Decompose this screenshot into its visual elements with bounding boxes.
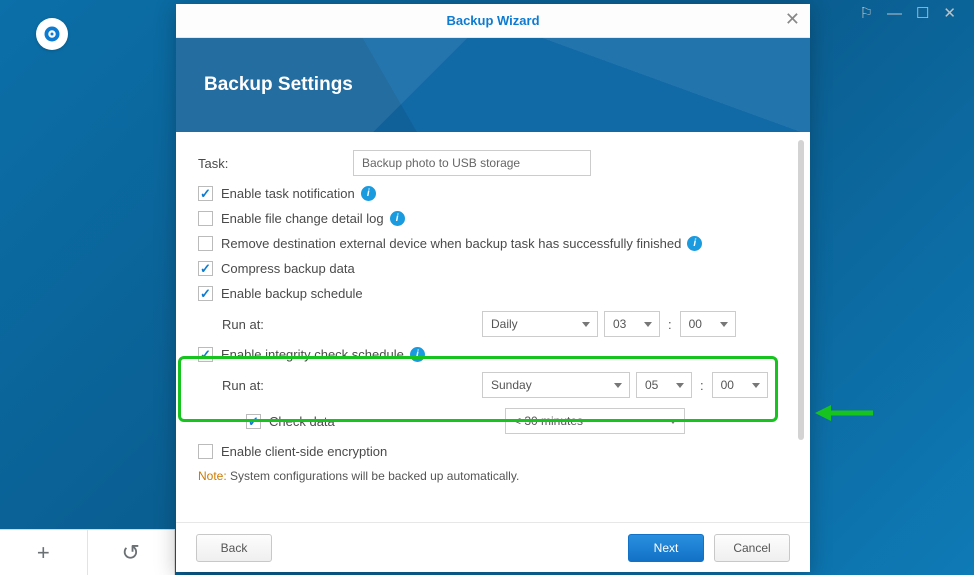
dialog-body: Task: Enable task notification i Enable …: [176, 132, 810, 522]
task-row: Task:: [198, 150, 788, 176]
enable-notification-label: Enable task notification: [221, 186, 355, 201]
task-label: Task:: [198, 156, 353, 171]
client-encrypt-row[interactable]: Enable client-side encryption: [198, 444, 788, 459]
remove-device-checkbox[interactable]: [198, 236, 213, 251]
file-change-log-row[interactable]: Enable file change detail log i: [198, 211, 788, 226]
check-data-duration-select[interactable]: < 30 minutes: [505, 408, 685, 434]
schedule-min-select[interactable]: 00: [680, 311, 736, 337]
info-icon[interactable]: i: [410, 347, 425, 362]
task-name-input[interactable]: [353, 150, 591, 176]
history-button[interactable]: ↺: [88, 530, 176, 575]
check-data-label: Check data: [269, 414, 505, 429]
enable-notification-row[interactable]: Enable task notification i: [198, 186, 788, 201]
file-change-log-checkbox[interactable]: [198, 211, 213, 226]
app-shortcut-icon[interactable]: [36, 18, 68, 50]
remove-device-row[interactable]: Remove destination external device when …: [198, 236, 788, 251]
cancel-button[interactable]: Cancel: [714, 534, 790, 562]
outer-close-icon[interactable]: ✕: [943, 6, 956, 21]
history-icon: ↺: [122, 540, 140, 566]
note-prefix: Note:: [198, 469, 227, 483]
banner-title: Backup Settings: [204, 74, 353, 96]
note-line: Note: System configurations will be back…: [198, 469, 788, 483]
compress-checkbox[interactable]: [198, 261, 213, 276]
schedule-runat-row: Run at: Daily 03 : 00: [198, 311, 788, 337]
enable-schedule-checkbox[interactable]: [198, 286, 213, 301]
next-button[interactable]: Next: [628, 534, 704, 562]
dialog-title: Backup Wizard: [446, 13, 539, 28]
add-button[interactable]: +: [0, 530, 88, 575]
time-colon: :: [666, 317, 674, 332]
pin-icon[interactable]: ⚐: [860, 6, 873, 21]
integrity-hour-select[interactable]: 05: [636, 372, 692, 398]
integrity-day-select[interactable]: Sunday: [482, 372, 630, 398]
enable-schedule-label: Enable backup schedule: [221, 286, 363, 301]
client-encrypt-label: Enable client-side encryption: [221, 444, 387, 459]
info-icon[interactable]: i: [687, 236, 702, 251]
dialog-footer: Back Next Cancel: [176, 522, 810, 572]
check-data-row[interactable]: Check data < 30 minutes: [198, 408, 788, 434]
enable-integrity-label: Enable integrity check schedule: [221, 347, 404, 362]
compress-label: Compress backup data: [221, 261, 355, 276]
integrity-runat-label: Run at:: [222, 378, 482, 393]
info-icon[interactable]: i: [361, 186, 376, 201]
dialog-banner: Backup Settings: [176, 38, 810, 132]
schedule-freq-select[interactable]: Daily: [482, 311, 598, 337]
dialog-titlebar: Backup Wizard ✕: [176, 4, 810, 38]
integrity-min-select[interactable]: 00: [712, 372, 768, 398]
outer-window-controls: ⚐ — ☐ ✕: [860, 6, 956, 21]
client-encrypt-checkbox[interactable]: [198, 444, 213, 459]
scrollbar[interactable]: [798, 140, 804, 440]
enable-integrity-checkbox[interactable]: [198, 347, 213, 362]
enable-schedule-row[interactable]: Enable backup schedule: [198, 286, 788, 301]
info-icon[interactable]: i: [390, 211, 405, 226]
enable-notification-checkbox[interactable]: [198, 186, 213, 201]
arrow-annotation: [815, 401, 875, 425]
schedule-hour-select[interactable]: 03: [604, 311, 660, 337]
backup-app-icon: [43, 25, 61, 43]
check-data-checkbox[interactable]: [246, 414, 261, 429]
plus-icon: +: [37, 540, 50, 566]
note-text: System configurations will be backed up …: [227, 469, 520, 483]
schedule-runat-label: Run at:: [222, 317, 482, 332]
time-colon: :: [698, 378, 706, 393]
maximize-icon[interactable]: ☐: [916, 6, 929, 21]
back-button[interactable]: Back: [196, 534, 272, 562]
minimize-icon[interactable]: —: [887, 6, 902, 21]
file-change-log-label: Enable file change detail log: [221, 211, 384, 226]
backup-wizard-dialog: Backup Wizard ✕ Backup Settings Task: En…: [176, 4, 810, 572]
remove-device-label: Remove destination external device when …: [221, 236, 681, 251]
bottom-toolbar: + ↺: [0, 529, 175, 575]
enable-integrity-row[interactable]: Enable integrity check schedule i: [198, 347, 788, 362]
compress-row[interactable]: Compress backup data: [198, 261, 788, 276]
desktop-bg: ⚐ — ☐ ✕ + ↺ Backup Wizard ✕ Backup Setti…: [0, 0, 974, 575]
close-icon[interactable]: ✕: [785, 10, 800, 28]
integrity-runat-row: Run at: Sunday 05 : 00: [198, 372, 788, 398]
